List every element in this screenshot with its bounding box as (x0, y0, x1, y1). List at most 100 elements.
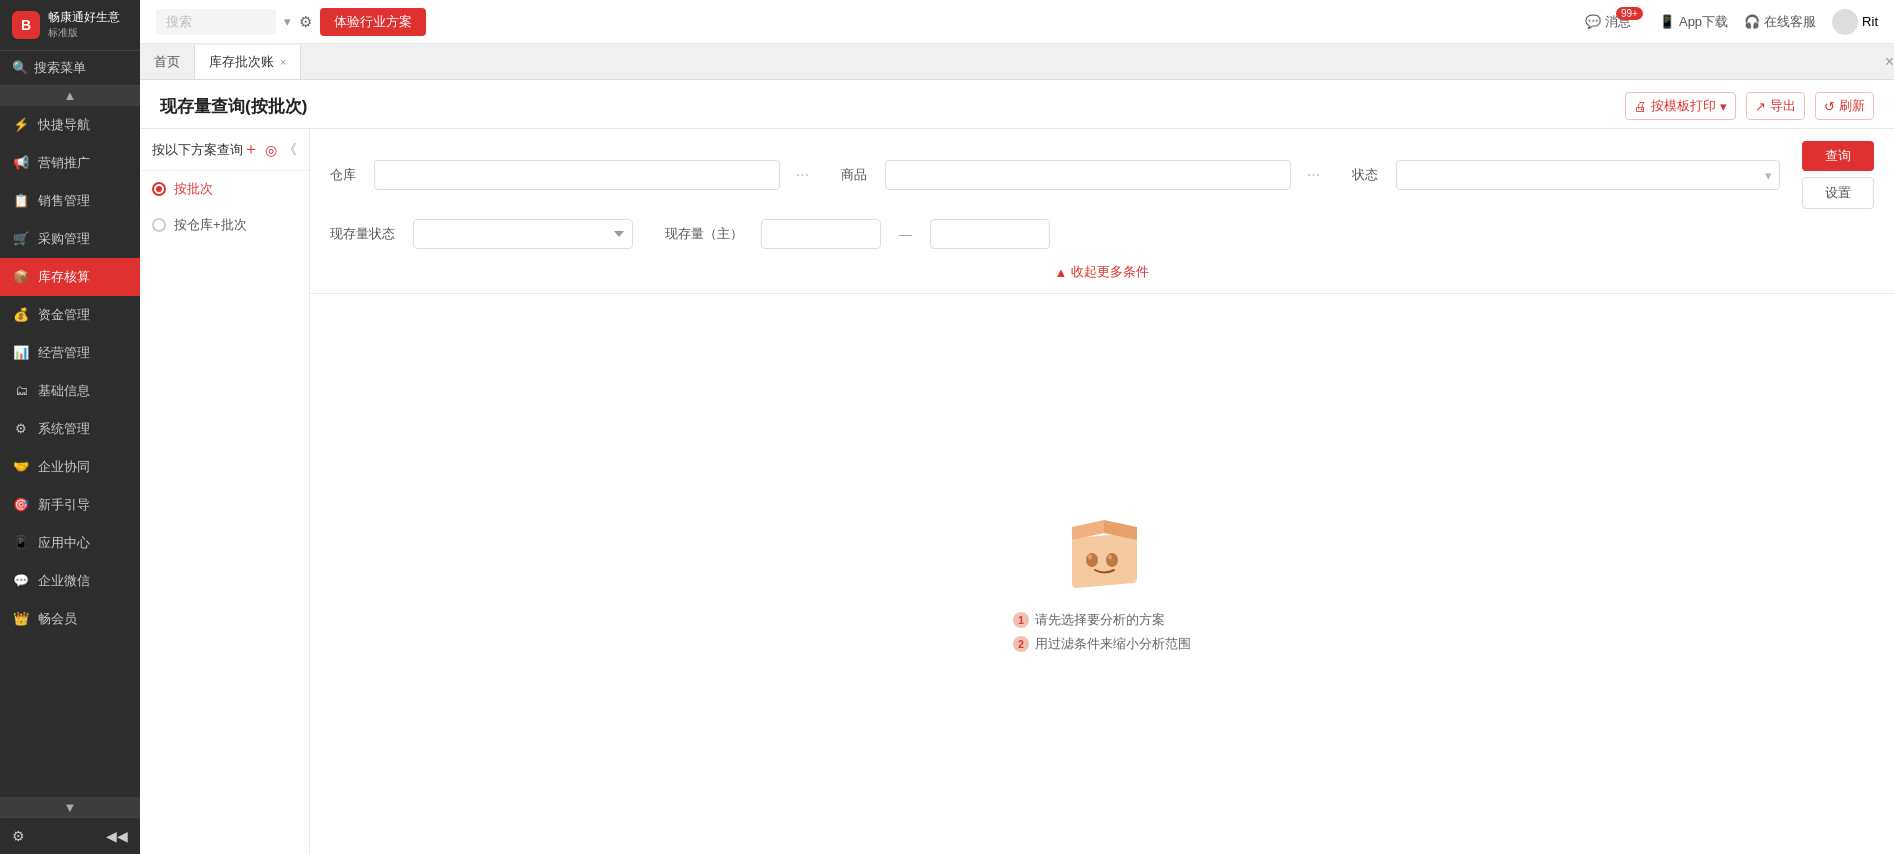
sidebar-item-newbie[interactable]: 🎯 新手引导 (0, 486, 140, 524)
settings-button[interactable]: 设置 (1802, 177, 1874, 209)
nav-label: 库存核算 (38, 268, 90, 286)
status-input[interactable] (1396, 160, 1780, 190)
svg-point-5 (1088, 555, 1092, 560)
page-title: 现存量查询(按批次) (160, 95, 307, 118)
warehouse-label: 仓库 (330, 166, 356, 184)
action-buttons: 查询 设置 (1792, 141, 1874, 209)
add-scheme-icon[interactable]: ＋ (243, 139, 259, 160)
page-area: 现存量查询(按批次) 🖨 按模板打印 ▾ ↗ 导出 ↺ 刷新 (140, 80, 1894, 854)
sidebar-item-quick-nav[interactable]: ⚡ 快捷导航 (0, 106, 140, 144)
user-name: Rit (1862, 14, 1878, 29)
app-center-icon: 📱 (12, 535, 30, 550)
product-more-icon[interactable]: ··· (1307, 166, 1320, 184)
template-print-button[interactable]: 🖨 按模板打印 ▾ (1625, 92, 1736, 120)
topbar-search[interactable]: 搜索 (156, 9, 276, 35)
page-header: 现存量查询(按批次) 🖨 按模板打印 ▾ ↗ 导出 ↺ 刷新 (140, 80, 1894, 129)
topbar-dropdown-icon[interactable]: ▾ (284, 14, 291, 29)
sidebar-nav: ⚡ 快捷导航 📢 营销推广 📋 销售管理 🛒 采购管理 📦 库存核算 💰 资金管… (0, 106, 140, 797)
finance-icon: 💰 (12, 307, 30, 322)
sidebar-item-finance[interactable]: 💰 资金管理 (0, 296, 140, 334)
filter-row-2: 现存量状态 现存量（主） — (330, 219, 1874, 249)
service-button[interactable]: 🎧 在线客服 (1744, 13, 1816, 31)
messages-button[interactable]: 💬 消息 99+ (1585, 13, 1631, 31)
sidebar: B 畅康通好生意 标准版 🔍 搜索菜单 ▲ ⚡ 快捷导航 📢 营销推广 📋 销售… (0, 0, 140, 854)
sidebar-item-purchase[interactable]: 🛒 采购管理 (0, 220, 140, 258)
radio-by-warehouse-batch (152, 218, 166, 232)
nav-label: 资金管理 (38, 306, 90, 324)
left-panel-title: 按以下方案查询 (152, 141, 243, 159)
app-name: 畅康通好生意 (48, 10, 120, 26)
tip-number-1: 1 (1013, 612, 1029, 628)
sidebar-item-member[interactable]: 👑 畅会员 (0, 600, 140, 638)
marketing-icon: 📢 (12, 155, 30, 170)
collapse-panel-icon[interactable]: 《 (283, 141, 297, 159)
headset-icon: 🎧 (1744, 14, 1760, 29)
nav-label: 企业协同 (38, 458, 90, 476)
sidebar-item-inventory[interactable]: 📦 库存核算 (0, 258, 140, 296)
collapse-filter-row[interactable]: ▲ 收起更多条件 (330, 259, 1874, 281)
query-button[interactable]: 查询 (1802, 141, 1874, 171)
tab-close-icon[interactable]: × (280, 56, 286, 68)
settings-footer-icon[interactable]: ⚙ (12, 828, 25, 844)
export-button[interactable]: ↗ 导出 (1746, 92, 1805, 120)
svg-rect-0 (1072, 533, 1137, 589)
empty-state: 1 请先选择要分析的方案 2 用过滤条件来缩小分析范围 (310, 294, 1894, 854)
enterprise-icon: 🤝 (12, 459, 30, 474)
collapse-sidebar-icon[interactable]: ◀◀ (106, 828, 128, 844)
tab-batch-account[interactable]: 库存批次账 × (195, 45, 301, 79)
export-icon: ↗ (1755, 99, 1766, 114)
sidebar-header: B 畅康通好生意 标准版 (0, 0, 140, 51)
sidebar-item-sales[interactable]: 📋 销售管理 (0, 182, 140, 220)
sidebar-search[interactable]: 🔍 搜索菜单 (0, 51, 140, 86)
close-panel-icon[interactable]: × (1885, 53, 1894, 71)
warehouse-more-icon[interactable]: ··· (796, 166, 809, 184)
tabs-bar: 首页 库存批次账 × × (140, 44, 1894, 80)
app-download-button[interactable]: 📱 App下载 (1659, 13, 1728, 31)
warehouse-input[interactable] (374, 160, 780, 190)
message-icon: 💬 (1585, 14, 1601, 29)
refresh-button[interactable]: ↺ 刷新 (1815, 92, 1874, 120)
tab-home[interactable]: 首页 (140, 45, 195, 79)
stock-qty-min-input[interactable] (761, 219, 881, 249)
scheme-by-warehouse-batch-label: 按仓库+批次 (174, 216, 247, 234)
stock-status-select[interactable] (413, 219, 633, 249)
tip-text-2: 用过滤条件来缩小分析范围 (1035, 635, 1191, 653)
stock-qty-dash: — (893, 227, 918, 242)
left-panel-header: 按以下方案查询 ＋ ◎ 《 (140, 129, 309, 171)
sidebar-item-operations[interactable]: 📊 经营管理 (0, 334, 140, 372)
scheme-by-warehouse-batch[interactable]: 按仓库+批次 (140, 207, 309, 243)
phone-icon: 📱 (1659, 14, 1675, 29)
quick-nav-icon: ⚡ (12, 117, 30, 132)
empty-illustration (1052, 495, 1152, 595)
sidebar-item-basics[interactable]: 🗂 基础信息 (0, 372, 140, 410)
app-edition: 标准版 (48, 26, 120, 40)
product-input[interactable] (885, 160, 1291, 190)
sidebar-item-system[interactable]: ⚙ 系统管理 (0, 410, 140, 448)
search-placeholder: 搜索 (166, 13, 192, 31)
stock-qty-max-input[interactable] (930, 219, 1050, 249)
page-header-actions: 🖨 按模板打印 ▾ ↗ 导出 ↺ 刷新 (1625, 92, 1874, 120)
app-logo: B (12, 11, 40, 39)
sidebar-item-app-center[interactable]: 📱 应用中心 (0, 524, 140, 562)
wechat-icon: 💬 (12, 573, 30, 588)
nav-label: 经营管理 (38, 344, 90, 362)
inventory-icon: 📦 (12, 269, 30, 284)
stock-qty-label: 现存量（主） (665, 225, 743, 243)
tip-number-2: 2 (1013, 636, 1029, 652)
scheme-by-batch[interactable]: 按批次 (140, 171, 309, 207)
sidebar-item-enterprise[interactable]: 🤝 企业协同 (0, 448, 140, 486)
sidebar-item-wechat[interactable]: 💬 企业微信 (0, 562, 140, 600)
user-info[interactable]: Rit (1832, 9, 1878, 35)
scheme-settings-icon[interactable]: ◎ (265, 142, 277, 158)
search-label: 搜索菜单 (34, 59, 86, 77)
nav-label: 营销推广 (38, 154, 90, 172)
topbar: 搜索 ▾ ⚙ 体验行业方案 💬 消息 99+ 📱 App下载 🎧 在线客服 Ri… (140, 0, 1894, 44)
left-panel-actions: ＋ ◎ 《 (243, 139, 297, 160)
empty-tip-1: 1 请先选择要分析的方案 (1013, 611, 1191, 629)
topbar-gear-icon[interactable]: ⚙ (299, 13, 312, 31)
nav-label: 系统管理 (38, 420, 90, 438)
sidebar-scroll-down[interactable]: ▼ (0, 797, 140, 817)
sidebar-scroll-up[interactable]: ▲ (0, 86, 140, 106)
sidebar-item-marketing[interactable]: 📢 营销推广 (0, 144, 140, 182)
trial-button[interactable]: 体验行业方案 (320, 8, 426, 36)
